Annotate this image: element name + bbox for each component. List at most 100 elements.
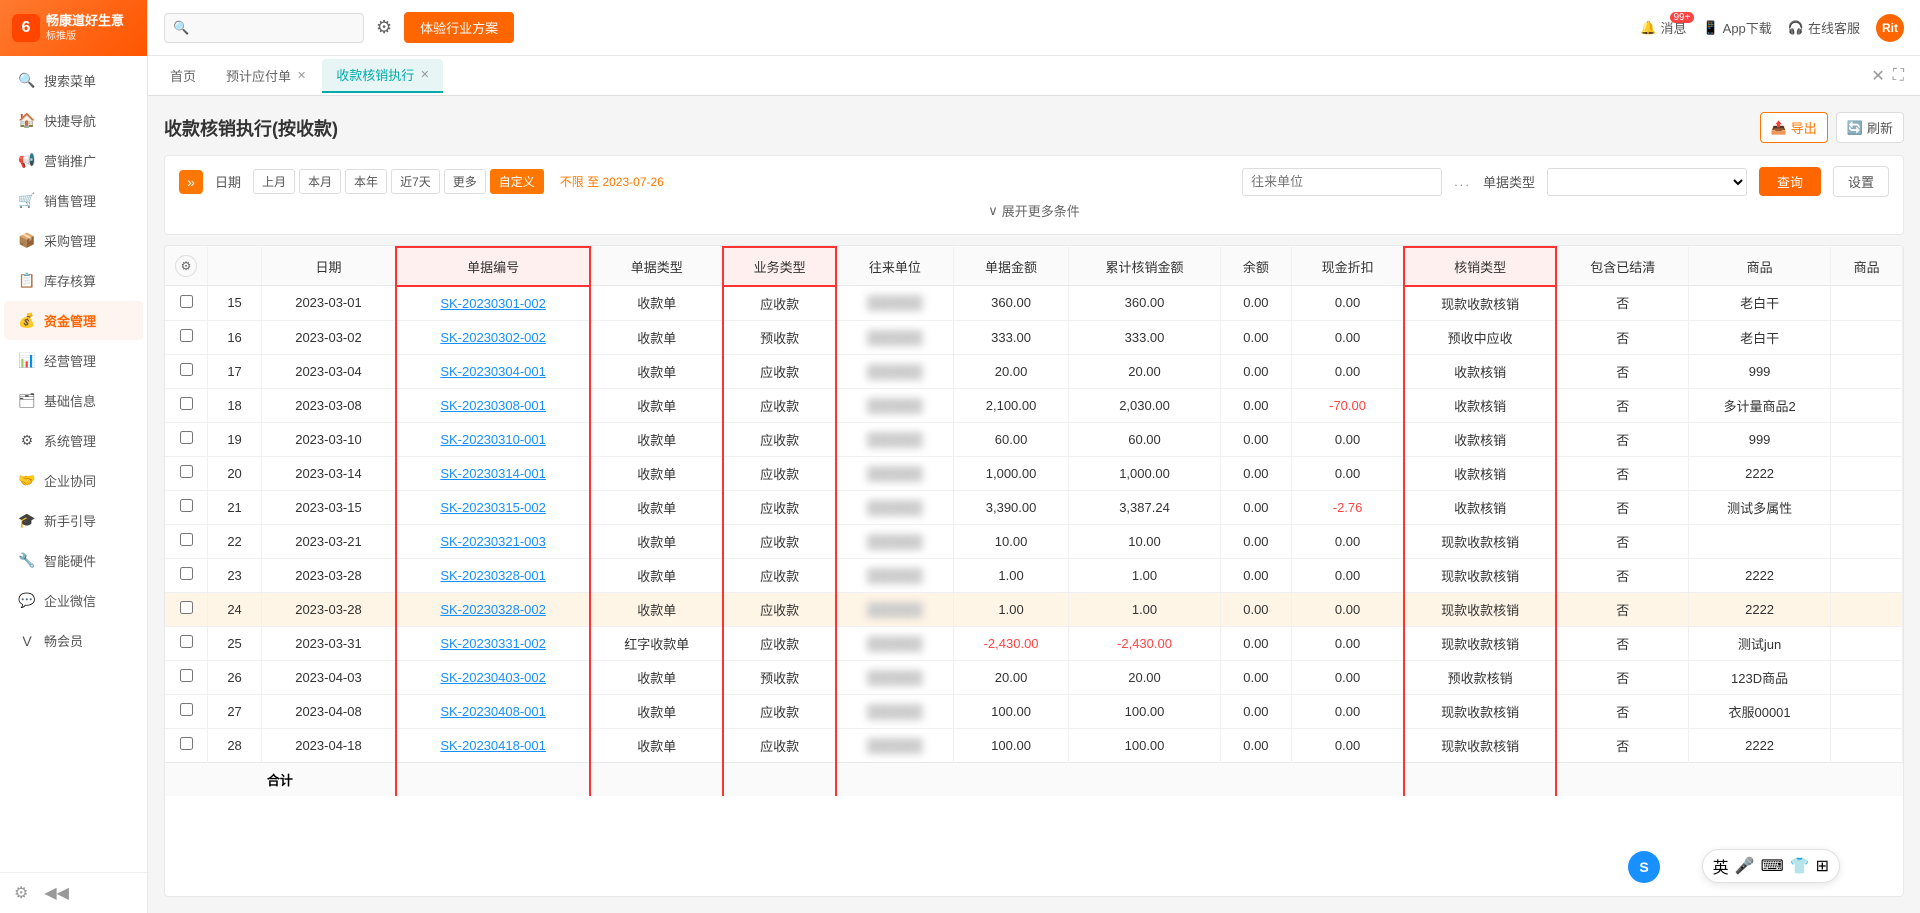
floating-toolbar-icon[interactable]: 👕 [1790, 856, 1810, 876]
app-download-link[interactable]: 📱 App下载 [1702, 18, 1771, 37]
date-btn-近7天[interactable]: 近7天 [391, 169, 440, 194]
floating-toolbar-icon[interactable]: 英 [1713, 854, 1729, 878]
tab-close-prepay[interactable]: ✕ [297, 69, 306, 82]
tab-collection-execute[interactable]: 收款核销执行✕ [322, 59, 443, 93]
unit-input[interactable] [1242, 168, 1442, 196]
sidebar-item-search[interactable]: 🔍 搜索菜单 [4, 61, 143, 100]
date-btn-custom[interactable]: 自定义 [490, 169, 544, 194]
row-checkbox[interactable] [180, 295, 193, 308]
col-settings-header[interactable]: ⚙ [165, 247, 208, 286]
floating-toolbar-icon[interactable]: 🎤 [1735, 856, 1755, 876]
floating-toolbar-icon[interactable]: ⌨ [1761, 856, 1784, 876]
export-button[interactable]: 📤 导出 [1760, 112, 1828, 143]
row-checkbox[interactable] [180, 465, 193, 478]
row-checkbox[interactable] [180, 737, 193, 750]
table-row[interactable]: 152023-03-01SK-20230301-002收款单应收款██████3… [165, 286, 1903, 321]
sidebar-item-wechat[interactable]: 💬 企业微信 [4, 581, 143, 620]
sidebar-item-member[interactable]: V 畅会员 [4, 621, 143, 660]
row-checkbox[interactable] [180, 601, 193, 614]
table-row[interactable]: 282023-04-18SK-20230418-001收款单应收款██████1… [165, 728, 1903, 762]
sidebar-item-guide[interactable]: 🎓 新手引导 [4, 501, 143, 540]
filter-setting-button[interactable]: 设置 [1833, 166, 1889, 197]
tab-close-collection-execute[interactable]: ✕ [420, 68, 429, 81]
table-row[interactable]: 172023-03-04SK-20230304-001收款单应收款██████2… [165, 354, 1903, 388]
sidebar-item-hardware[interactable]: 🔧 智能硬件 [4, 541, 143, 580]
notification-icon-area[interactable]: 🔔 消息 99+ [1640, 18, 1686, 37]
refresh-button[interactable]: 🔄 刷新 [1836, 112, 1904, 143]
experience-button[interactable]: 体验行业方案 [404, 12, 514, 43]
date-btn-本年[interactable]: 本年 [345, 169, 387, 194]
sidebar-item-basic[interactable]: 🗂 基础信息 [4, 381, 143, 420]
table-cell[interactable]: SK-20230314-001 [396, 456, 591, 490]
table-cell: 2222 [1688, 558, 1830, 592]
online-service-link[interactable]: 🎧 在线客服 [1788, 18, 1860, 37]
sidebar-item-purchase[interactable]: 📦 采购管理 [4, 221, 143, 260]
tab-fullscreen-icon[interactable]: ⛶ [1893, 67, 1904, 85]
table-row[interactable]: 192023-03-10SK-20230310-001收款单应收款██████6… [165, 422, 1903, 456]
expand-more-button[interactable]: ∨ 展开更多条件 [179, 197, 1889, 224]
row-checkbox[interactable] [180, 703, 193, 716]
table-cell: 测试多属性 [1688, 490, 1830, 524]
date-btn-更多[interactable]: 更多 [444, 169, 486, 194]
table-cell[interactable]: SK-20230328-001 [396, 558, 591, 592]
table-row[interactable]: 272023-04-08SK-20230408-001收款单应收款██████1… [165, 694, 1903, 728]
table-row[interactable]: 242023-03-28SK-20230328-002收款单应收款██████1… [165, 592, 1903, 626]
table-cell: 0.00 [1220, 626, 1292, 660]
header-search-box[interactable]: 🔍 [164, 13, 364, 43]
sidebar-collapse-icon[interactable]: ◀◀ [44, 883, 69, 903]
table-cell [1831, 660, 1903, 694]
table-cell: 2023-03-04 [262, 354, 396, 388]
sidebar-item-marketing[interactable]: 📢 营销推广 [4, 141, 143, 180]
row-checkbox[interactable] [180, 669, 193, 682]
date-btn-上月[interactable]: 上月 [253, 169, 295, 194]
floating-toolbar-icon[interactable]: ⊞ [1816, 856, 1829, 876]
table-row[interactable]: 202023-03-14SK-20230314-001收款单应收款██████1… [165, 456, 1903, 490]
table-cell[interactable]: SK-20230328-002 [396, 592, 591, 626]
sidebar-settings-icon[interactable]: ⚙ [14, 883, 28, 903]
table-cell[interactable]: SK-20230331-002 [396, 626, 591, 660]
table-cell[interactable]: SK-20230403-002 [396, 660, 591, 694]
table-cell[interactable]: SK-20230408-001 [396, 694, 591, 728]
sidebar-item-sales[interactable]: 🛒 销售管理 [4, 181, 143, 220]
row-checkbox[interactable] [180, 431, 193, 444]
table-cell[interactable]: SK-20230301-002 [396, 286, 591, 321]
sidebar-item-system[interactable]: ⚙ 系统管理 [4, 421, 143, 460]
sidebar-item-enterprise[interactable]: 🤝 企业协同 [4, 461, 143, 500]
table-row[interactable]: 252023-03-31SK-20230331-002红字收款单应收款█████… [165, 626, 1903, 660]
table-row[interactable]: 182023-03-08SK-20230308-001收款单应收款██████2… [165, 388, 1903, 422]
row-checkbox[interactable] [180, 567, 193, 580]
table-row[interactable]: 162023-03-02SK-20230302-002收款单预收款██████3… [165, 320, 1903, 354]
user-avatar[interactable]: Rit [1876, 14, 1904, 42]
table-cell[interactable]: SK-20230308-001 [396, 388, 591, 422]
row-checkbox[interactable] [180, 397, 193, 410]
row-checkbox[interactable] [180, 499, 193, 512]
tab-home[interactable]: 首页 [156, 59, 210, 93]
table-row[interactable]: 212023-03-15SK-20230315-002收款单应收款██████3… [165, 490, 1903, 524]
date-btn-本月[interactable]: 本月 [299, 169, 341, 194]
tab-prepay[interactable]: 预计应付单✕ [212, 59, 320, 93]
table-cell[interactable]: SK-20230418-001 [396, 728, 591, 762]
table-row[interactable]: 222023-03-21SK-20230321-003收款单应收款██████1… [165, 524, 1903, 558]
table-cell[interactable]: SK-20230315-002 [396, 490, 591, 524]
tab-close-all-icon[interactable]: ✕ [1871, 66, 1884, 86]
type-select[interactable] [1547, 168, 1747, 196]
row-checkbox[interactable] [180, 363, 193, 376]
table-cell[interactable]: SK-20230321-003 [396, 524, 591, 558]
row-checkbox[interactable] [180, 329, 193, 342]
sidebar-item-inventory[interactable]: 📋 库存核算 [4, 261, 143, 300]
table-cell: 2023-03-10 [262, 422, 396, 456]
settings-icon[interactable]: ⚙ [376, 17, 392, 38]
table-cell[interactable]: SK-20230304-001 [396, 354, 591, 388]
table-row[interactable]: 262023-04-03SK-20230403-002收款单预收款██████2… [165, 660, 1903, 694]
filter-toggle-button[interactable]: » [179, 170, 203, 194]
sidebar-item-finance[interactable]: 💰 资金管理 [4, 301, 143, 340]
row-checkbox[interactable] [180, 635, 193, 648]
sidebar-item-quick-nav[interactable]: 🏠 快捷导航 [4, 101, 143, 140]
table-cell[interactable]: SK-20230310-001 [396, 422, 591, 456]
row-checkbox[interactable] [180, 533, 193, 546]
sidebar-item-operation[interactable]: 📊 经营管理 [4, 341, 143, 380]
query-button[interactable]: 查询 [1759, 167, 1821, 196]
table-cell: 应收款 [723, 456, 836, 490]
table-cell[interactable]: SK-20230302-002 [396, 320, 591, 354]
table-row[interactable]: 232023-03-28SK-20230328-001收款单应收款██████1… [165, 558, 1903, 592]
